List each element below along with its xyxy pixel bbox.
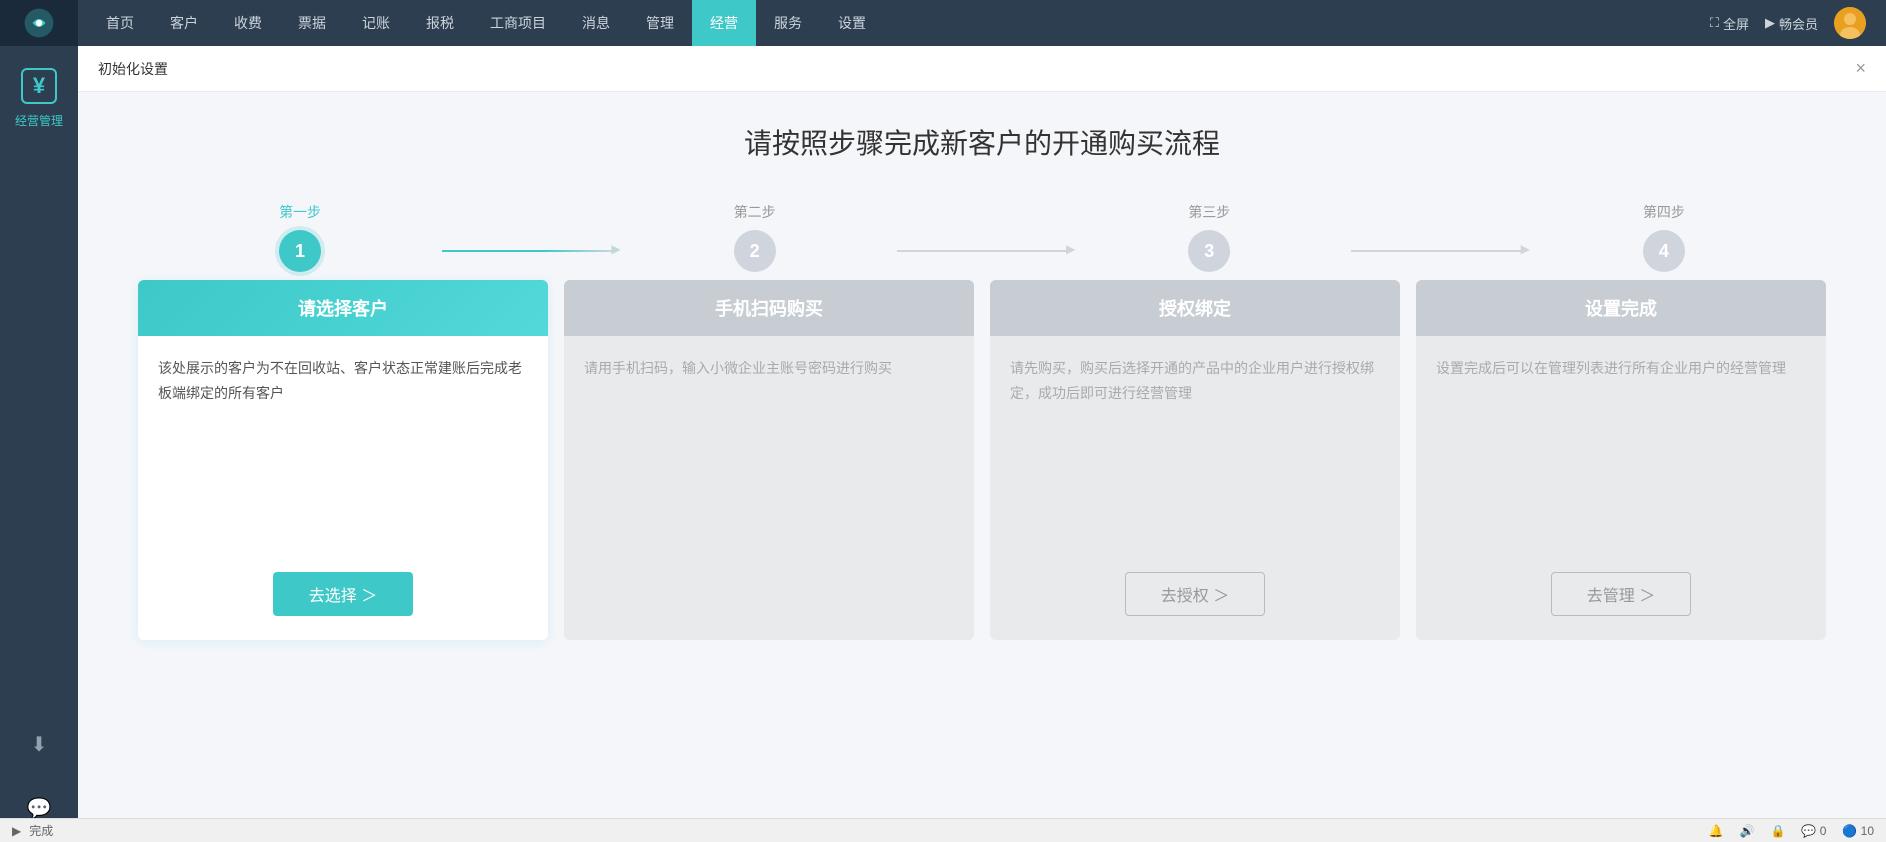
page-header: 初始化设置 × [78, 46, 1886, 92]
sidebar-download[interactable]: ⬇ [0, 714, 78, 778]
nav-service[interactable]: 服务 [756, 0, 820, 46]
arrow-1-2 [442, 250, 612, 252]
content-area: 请按照步骤完成新客户的开通购买流程 第一步 1 第二步 2 [78, 92, 1886, 670]
download-icon: ⬇ [21, 726, 57, 762]
sidebar-item-operation[interactable]: ¥ 经营管理 [0, 56, 78, 141]
vip-btn[interactable]: ▶ 畅会员 [1765, 14, 1818, 33]
nav-tax[interactable]: 报税 [408, 0, 472, 46]
nav-settings[interactable]: 设置 [820, 0, 884, 46]
close-button[interactable]: × [1855, 58, 1866, 79]
step-circle-4: 4 [1643, 230, 1685, 272]
top-navigation: 首页 客户 收费 票据 记账 报税 工商项目 消息 管理 经营 服务 设置 ⛶ … [0, 0, 1886, 46]
step3-action-button[interactable]: 去授权 ＞ [1125, 572, 1265, 616]
step-card-2: 手机扫码购买 请用手机扫码，输入小微企业主账号密码进行购买 [564, 280, 974, 640]
card-footer-1: 去选择 ＞ [138, 556, 548, 640]
clock-icon: 🔵 10 [1842, 824, 1874, 838]
play-icon: ▶ [12, 824, 21, 838]
nav-operation[interactable]: 经营 [692, 0, 756, 46]
nav-items: 首页 客户 收费 票据 记账 报税 工商项目 消息 管理 经营 服务 设置 [78, 0, 1710, 46]
step-cards: 请选择客户 该处展示的客户为不在回收站、客户状态正常建账后完成老板端绑定的所有客… [138, 280, 1826, 640]
card-title-3: 授权绑定 [990, 280, 1400, 336]
status-bar-right: 🔔 🔊 🔒 💬 0 🔵 10 [1709, 824, 1874, 838]
step-label-4: 第四步 [1643, 202, 1685, 222]
shield-icon: 🔔 [1709, 824, 1724, 838]
step-circle-1: 1 [279, 230, 321, 272]
nav-bill[interactable]: 票据 [280, 0, 344, 46]
step-card-3: 授权绑定 请先购买，购买后选择开通的产品中的企业用户进行授权绑定，成功后即可进行… [990, 280, 1400, 640]
card-title-2: 手机扫码购买 [564, 280, 974, 336]
vip-icon: ▶ [1765, 15, 1775, 31]
app-logo [0, 0, 78, 46]
nav-right: ⛶ 全屏 ▶ 畅会员 [1710, 7, 1866, 39]
nav-business[interactable]: 工商项目 [472, 0, 564, 46]
main-heading: 请按照步骤完成新客户的开通购买流程 [138, 122, 1826, 162]
card-footer-4: 去管理 ＞ [1416, 556, 1826, 640]
fullscreen-btn[interactable]: ⛶ 全屏 [1710, 14, 1749, 33]
step-header-1: 第一步 1 [158, 202, 442, 272]
chat-icon: 💬 0 [1801, 824, 1826, 838]
lock-icon: 🔒 [1770, 824, 1785, 838]
main-content: 初始化设置 × 请按照步骤完成新客户的开通购买流程 第一步 1 第二步 2 [78, 46, 1886, 818]
card-body-2: 请用手机扫码，输入小微企业主账号密码进行购买 [564, 336, 974, 600]
step1-action-button[interactable]: 去选择 ＞ [273, 572, 413, 616]
card-footer-3: 去授权 ＞ [990, 556, 1400, 640]
step-card-4: 设置完成 设置完成后可以在管理列表进行所有企业用户的经营管理 去管理 ＞ [1416, 280, 1826, 640]
arrow-3-4 [1351, 250, 1521, 252]
card-title-1: 请选择客户 [138, 280, 548, 336]
steps-header: 第一步 1 第二步 2 第三步 3 [138, 202, 1826, 272]
nav-manage[interactable]: 管理 [628, 0, 692, 46]
nav-home[interactable]: 首页 [88, 0, 152, 46]
user-avatar[interactable] [1834, 7, 1866, 39]
sidebar: ¥ 经营管理 ⬇ 💬 [0, 46, 78, 842]
nav-accounting[interactable]: 记账 [344, 0, 408, 46]
step-header-4: 第四步 4 [1522, 202, 1806, 272]
step-header-3: 第三步 3 [1067, 202, 1351, 272]
card-title-4: 设置完成 [1416, 280, 1826, 336]
step-label-2: 第二步 [734, 202, 776, 222]
card-body-1: 该处展示的客户为不在回收站、客户状态正常建账后完成老板端绑定的所有客户 [138, 336, 548, 556]
step-circle-2: 2 [734, 230, 776, 272]
status-text: 完成 [29, 822, 53, 839]
card-footer-2 [564, 600, 974, 640]
fullscreen-icon: ⛶ [1710, 15, 1719, 31]
operation-icon: ¥ [21, 68, 57, 104]
step-label-3: 第三步 [1188, 202, 1230, 222]
step4-action-button[interactable]: 去管理 ＞ [1551, 572, 1691, 616]
arrow-2-3 [897, 250, 1067, 252]
page-title: 初始化设置 [98, 59, 168, 79]
volume-icon: 🔊 [1740, 824, 1755, 838]
step-circle-3: 3 [1188, 230, 1230, 272]
step-label-1: 第一步 [279, 202, 321, 222]
nav-message[interactable]: 消息 [564, 0, 628, 46]
step-card-1: 请选择客户 该处展示的客户为不在回收站、客户状态正常建账后完成老板端绑定的所有客… [138, 280, 548, 640]
card-body-3: 请先购买，购买后选择开通的产品中的企业用户进行授权绑定，成功后即可进行经营管理 [990, 336, 1400, 556]
nav-fee[interactable]: 收费 [216, 0, 280, 46]
status-bar: ▶ 完成 🔔 🔊 🔒 💬 0 🔵 10 [0, 818, 1886, 842]
step-header-2: 第二步 2 [613, 202, 897, 272]
card-body-4: 设置完成后可以在管理列表进行所有企业用户的经营管理 [1416, 336, 1826, 556]
nav-customer[interactable]: 客户 [152, 0, 216, 46]
